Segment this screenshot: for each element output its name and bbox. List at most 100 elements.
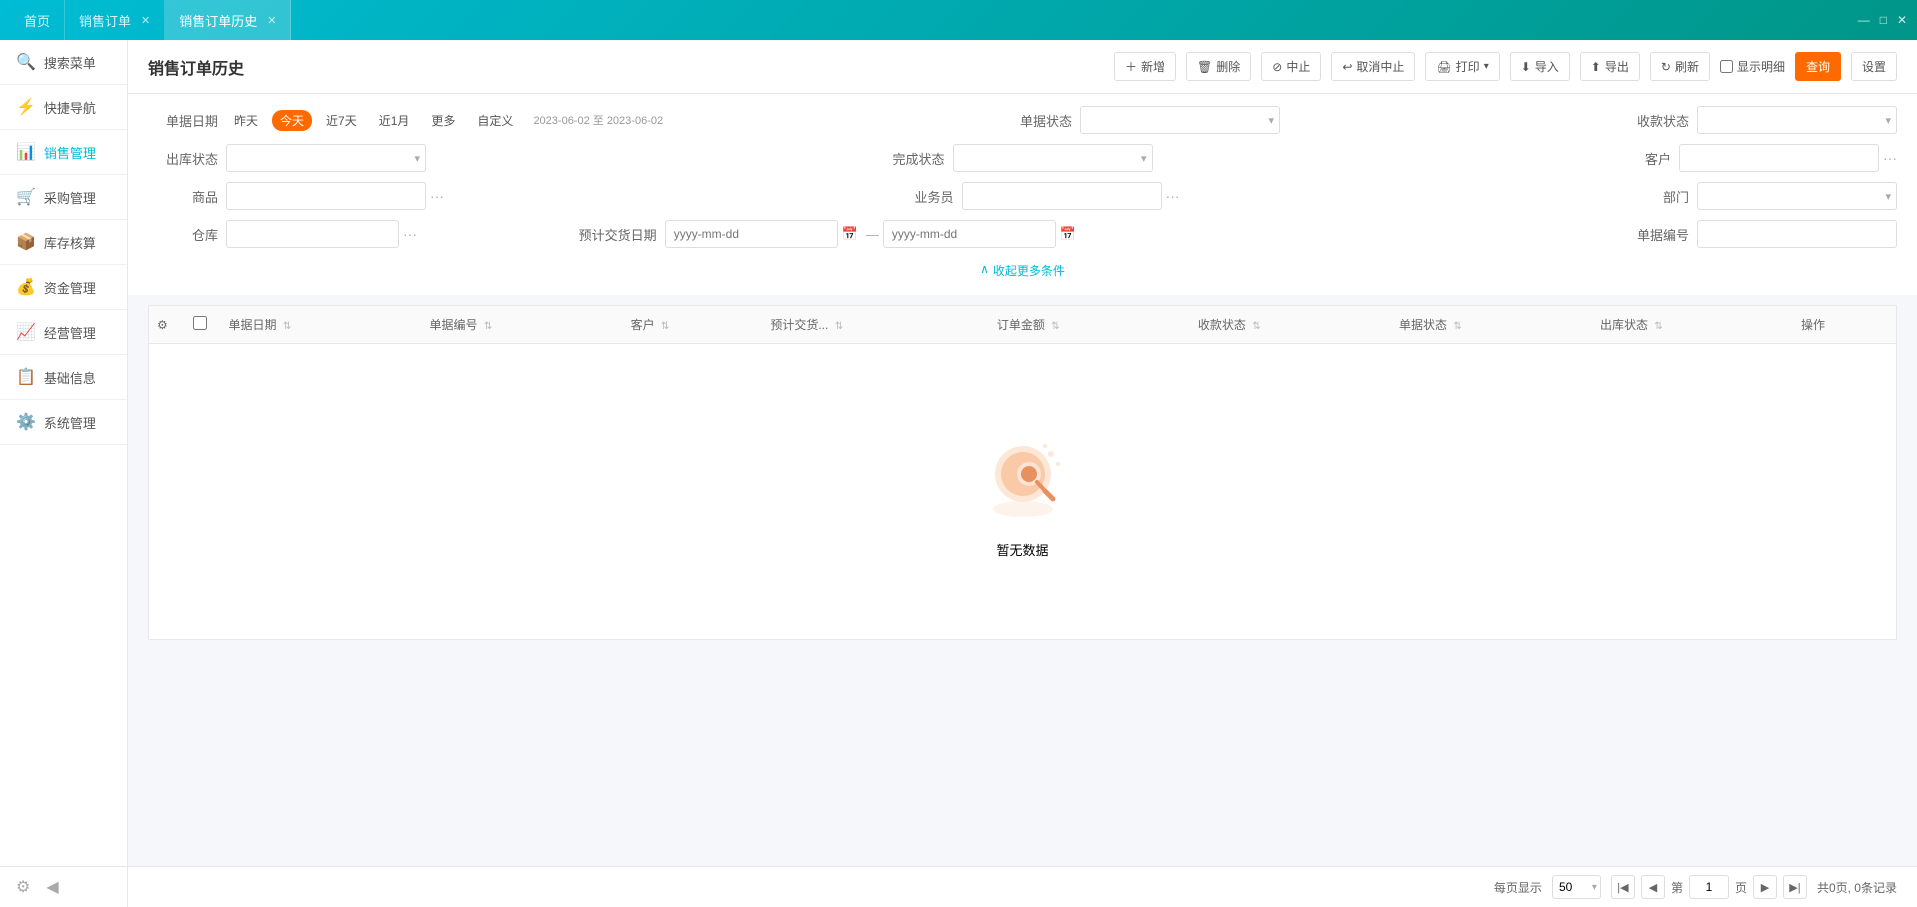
sidebar-item-search-menu[interactable]: 🔍 搜索菜单 — [0, 40, 127, 85]
th-bill-date[interactable]: 单据日期 ⇅ — [221, 306, 422, 344]
query-button[interactable]: 查询 — [1795, 52, 1841, 81]
sidebar-item-system[interactable]: ⚙️ 系统管理 — [0, 400, 127, 445]
th-delivery-date[interactable]: 预计交货... ⇅ — [762, 306, 989, 344]
new-button[interactable]: ＋ 新增 — [1114, 52, 1176, 81]
th-bill-status[interactable]: 单据状态 ⇅ — [1391, 306, 1592, 344]
bill-status-select[interactable] — [1080, 106, 1280, 134]
th-stock-out-status[interactable]: 出库状态 ⇅ — [1592, 306, 1793, 344]
customer-more-btn[interactable]: ··· — [1883, 150, 1897, 166]
receipt-status-select-wrap — [1697, 106, 1897, 134]
page-size-select[interactable]: 50 10 20 100 — [1552, 875, 1601, 899]
th-stock-out-status-label: 出库状态 — [1600, 318, 1648, 332]
bill-no-input[interactable] — [1697, 220, 1897, 248]
customer-input[interactable] — [1679, 144, 1879, 172]
th-receipt-status[interactable]: 收款状态 ⇅ — [1190, 306, 1391, 344]
date-tag-last7[interactable]: 近7天 — [318, 110, 365, 131]
select-all-checkbox[interactable] — [193, 316, 207, 330]
sidebar-item-capital[interactable]: 💰 资金管理 — [0, 265, 127, 310]
refresh-button[interactable]: ↻ 刷新 — [1650, 52, 1710, 81]
toolbar: ＋ 新增 🗑 删除 ⊘ 中止 ↩ 取消中止 — [1114, 52, 1897, 81]
tab-sales-order-history-close[interactable]: ✕ — [267, 14, 276, 27]
settings-button[interactable]: 设置 — [1851, 52, 1897, 81]
date-tag-last1m[interactable]: 近1月 — [371, 110, 418, 131]
page-number-input[interactable] — [1689, 875, 1729, 899]
complete-status-select[interactable] — [953, 144, 1153, 172]
stop-button[interactable]: ⊘ 中止 — [1261, 52, 1321, 81]
page-first-btn[interactable]: |◀ — [1611, 875, 1635, 899]
delete-button[interactable]: 🗑 删除 — [1186, 52, 1251, 81]
page-prev-btn[interactable]: ◀ — [1641, 875, 1665, 899]
th-order-amount[interactable]: 订单金额 ⇅ — [989, 306, 1190, 344]
cancel-stop-label: 取消中止 — [1356, 58, 1404, 75]
th-customer[interactable]: 客户 ⇅ — [623, 306, 763, 344]
sidebar-item-sales-mgmt-label: 销售管理 — [44, 143, 96, 162]
print-button[interactable]: 🖨 打印 ▾ — [1425, 52, 1499, 81]
cancel-stop-button[interactable]: ↩ 取消中止 — [1331, 52, 1415, 81]
cal-to-icon[interactable]: 📅 — [1060, 226, 1076, 242]
print-icon: 🖨 — [1436, 60, 1451, 74]
tab-sales-order[interactable]: 销售订单 ✕ — [65, 0, 165, 40]
sidebar-item-purchase-mgmt[interactable]: 🛒 采购管理 — [0, 175, 127, 220]
filter-row-2: 出库状态 完成状态 客户 ··· — [148, 144, 1897, 172]
tab-sales-order-close[interactable]: ✕ — [141, 14, 150, 27]
show-cols-wrap: 显示明细 — [1720, 58, 1785, 75]
tab-sales-order-history[interactable]: 销售订单历史 ✕ — [165, 0, 291, 40]
tab-home[interactable]: 首页 — [10, 0, 65, 40]
date-tag-more[interactable]: 更多 — [423, 110, 463, 131]
delivery-date-to[interactable] — [883, 220, 1056, 248]
show-cols-label: 显示明细 — [1737, 58, 1785, 75]
export-button[interactable]: ⬆ 导出 — [1580, 52, 1640, 81]
dept-select[interactable] — [1697, 182, 1897, 210]
stock-out-status-select[interactable] — [226, 144, 426, 172]
show-cols-checkbox[interactable] — [1720, 60, 1733, 73]
date-range-text: 2023-06-02 至 2023-06-02 — [533, 112, 663, 128]
empty-state: 暂无数据 — [149, 344, 1896, 639]
sidebar-item-inventory[interactable]: 📦 库存核算 — [0, 220, 127, 265]
delivery-date-from[interactable] — [665, 220, 838, 248]
sidebar-collapse-icon[interactable]: ◀ — [46, 877, 58, 897]
page-next-btn[interactable]: ▶ — [1753, 875, 1777, 899]
bill-status-label: 单据状态 — [1002, 111, 1072, 130]
import-button[interactable]: ⬇ 导入 — [1510, 52, 1570, 81]
import-icon: ⬇ — [1521, 60, 1531, 74]
date-tag-custom[interactable]: 自定义 — [469, 110, 521, 131]
sidebar-settings-icon[interactable]: ⚙ — [16, 877, 30, 897]
sidebar-item-base-info[interactable]: 📋 基础信息 — [0, 355, 127, 400]
filter-row-1: 单据日期 昨天 今天 近7天 近1月 更多 自定义 2023-06-02 至 2… — [148, 106, 1897, 134]
cancel-stop-icon: ↩ — [1342, 60, 1352, 74]
date-tag-today[interactable]: 今天 — [272, 110, 312, 131]
refresh-label: 刷新 — [1675, 58, 1699, 75]
data-table: ⚙ 单据日期 ⇅ 单据编号 ⇅ — [148, 305, 1897, 640]
page-title-row: 销售订单历史 ＋ 新增 🗑 删除 ⊘ 中止 ↩ — [148, 52, 1897, 81]
th-delivery-date-label: 预计交货... — [770, 318, 828, 332]
salesperson-more-btn[interactable]: ··· — [1166, 188, 1180, 204]
sidebar-item-quick-nav[interactable]: ⚡ 快捷导航 — [0, 85, 127, 130]
maximize-icon[interactable]: □ — [1880, 13, 1887, 27]
product-input[interactable] — [226, 182, 426, 210]
page-last-btn[interactable]: ▶| — [1783, 875, 1807, 899]
th-bill-no[interactable]: 单据编号 ⇅ — [422, 306, 623, 344]
date-tag-yesterday[interactable]: 昨天 — [226, 110, 266, 131]
close-icon[interactable]: ✕ — [1897, 13, 1907, 27]
stock-out-status-label: 出库状态 — [148, 149, 218, 168]
th-bill-status-label: 单据状态 — [1399, 318, 1447, 332]
sort-icon-receipt-status: ⇅ — [1252, 321, 1260, 332]
collapse-row[interactable]: ∧ 收起更多条件 — [148, 258, 1897, 283]
tab-home-label: 首页 — [24, 11, 50, 30]
th-actions: 操作 — [1793, 306, 1896, 344]
receipt-status-select[interactable] — [1697, 106, 1897, 134]
gear-icon[interactable]: ⚙ — [157, 318, 168, 332]
product-more-btn[interactable]: ··· — [430, 188, 444, 204]
warehouse-more-btn[interactable]: ··· — [403, 226, 417, 242]
tab-sales-order-history-label: 销售订单历史 — [179, 11, 257, 30]
cal-from-icon[interactable]: 📅 — [842, 226, 858, 242]
sidebar-item-operations[interactable]: 📈 经营管理 — [0, 310, 127, 355]
th-gear[interactable]: ⚙ — [149, 306, 185, 344]
capital-icon: 💰 — [16, 277, 36, 297]
sidebar-item-sales-mgmt[interactable]: 📊 销售管理 — [0, 130, 127, 175]
search-menu-icon: 🔍 — [16, 52, 36, 72]
minimize-icon[interactable]: — — [1858, 13, 1870, 27]
print-label: 打印 — [1456, 58, 1480, 75]
warehouse-input[interactable] — [226, 220, 399, 248]
salesperson-input[interactable] — [962, 182, 1162, 210]
